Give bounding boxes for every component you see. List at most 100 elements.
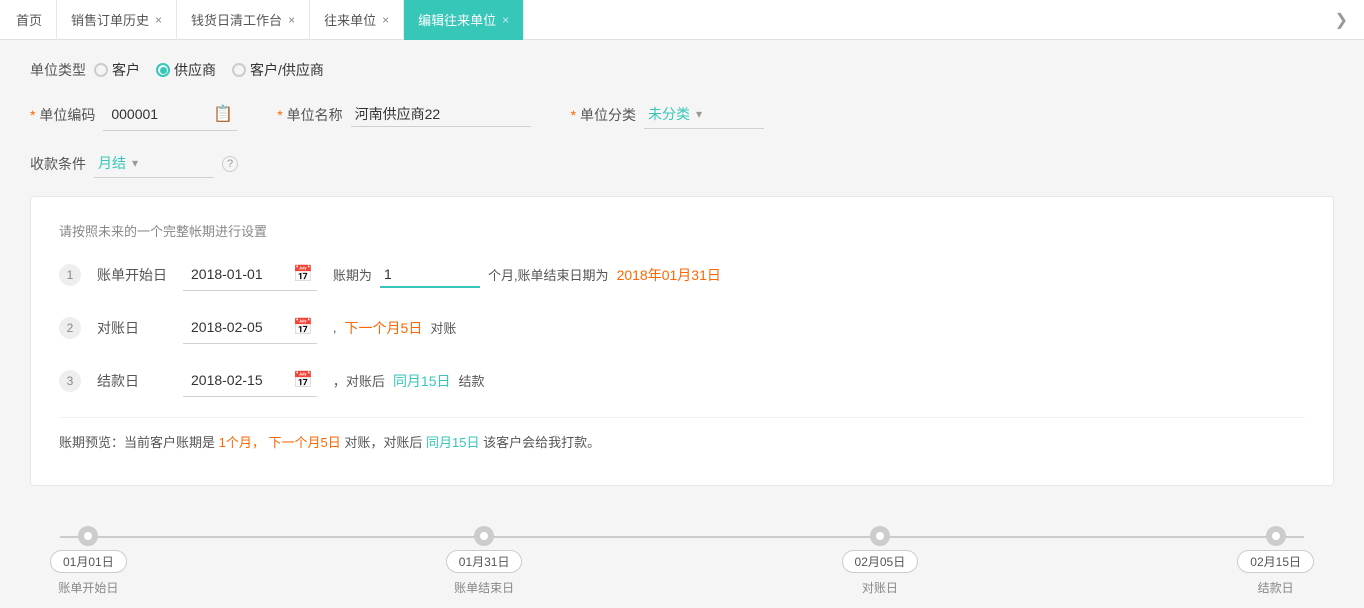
step-1-cal-icon[interactable]: 📅 <box>293 264 313 284</box>
close-edit-partner[interactable]: × <box>502 13 509 27</box>
unit-code-icon[interactable]: 📋 <box>213 104 233 124</box>
summary-prefix: 账期预览：当前客户账期是 <box>59 435 215 450</box>
tl-dot-1[interactable] <box>78 526 98 546</box>
step-2-cal-icon[interactable]: 📅 <box>293 317 313 337</box>
radio-both-circle <box>232 63 246 77</box>
summary-reconcile: 下一个月5日 <box>269 435 341 450</box>
step-1-row: 1 账单开始日 📅 账期为 个月,账单结束日期为 2018年01月31日 <box>59 258 1305 291</box>
close-cash-work[interactable]: × <box>288 13 295 27</box>
radio-both-label: 客户/供应商 <box>250 60 324 80</box>
radio-customer[interactable]: 客户 <box>94 60 140 80</box>
tl-node-1: 01月01日 账单开始日 <box>50 526 127 596</box>
step-3-highlight: 同月15日 <box>393 371 451 391</box>
payment-terms-value: 月结 <box>98 153 126 173</box>
tl-label-1: 账单开始日 <box>58 579 118 596</box>
radio-supplier-label: 供应商 <box>174 60 216 80</box>
step-2-date-wrapper: 📅 <box>183 311 317 344</box>
tl-badge-2: 01月31日 <box>446 550 523 573</box>
radio-supplier-circle <box>156 63 170 77</box>
unit-code-group: 单位编码 📋 <box>30 98 237 131</box>
step-1-date-input[interactable] <box>187 262 287 286</box>
tab-sales-history[interactable]: 销售订单历史 × <box>57 0 177 40</box>
summary-pay: 同月15日 <box>426 435 479 450</box>
summary-period: 1个月， <box>219 435 265 450</box>
step-3-cal-icon[interactable]: 📅 <box>293 370 313 390</box>
unit-code-input[interactable] <box>107 102 207 126</box>
tab-expand-icon[interactable]: ❯ <box>1327 10 1356 30</box>
unit-type-group: 单位类型 客户 供应商 客户/供应商 <box>30 60 324 80</box>
step-3-content: ，对账后 同月15日 结款 <box>333 371 485 391</box>
summary-mid: 对账，对账后 <box>344 435 422 450</box>
payment-terms-group: 收款条件 月结 ▾ ? <box>30 149 238 178</box>
tl-dot-2[interactable] <box>474 526 494 546</box>
tl-badge-4: 02月15日 <box>1237 550 1314 573</box>
step-2-label: 对账日 <box>97 318 167 338</box>
unit-type-label: 单位类型 <box>30 60 86 80</box>
timeline-section: 01月01日 账单开始日 01月31日 账单结束日 02月05日 对账日 <box>0 506 1364 596</box>
unit-category-group: 单位分类 未分类 ▾ <box>571 100 764 129</box>
tab-edit-partner[interactable]: 编辑往来单位 × <box>404 0 524 40</box>
tl-node-3: 02月05日 对账日 <box>842 526 919 596</box>
summary-row: 账期预览：当前客户账期是 1个月， 下一个月5日 对账，对账后 同月15日 该客… <box>59 417 1305 461</box>
radio-customer-label: 客户 <box>112 60 140 80</box>
tl-label-3: 对账日 <box>862 579 898 596</box>
tl-badge-3: 02月05日 <box>842 550 919 573</box>
step-1-desc-prefix: 账期为 <box>333 265 372 284</box>
unit-category-chevron: ▾ <box>696 107 702 121</box>
step-3-label: 结款日 <box>97 371 167 391</box>
unit-category-select[interactable]: 未分类 ▾ <box>644 100 764 129</box>
step-3-plain: ，对账后 <box>333 371 385 390</box>
tab-cash-work[interactable]: 钱货日清工作台 × <box>177 0 310 40</box>
close-sales-history[interactable]: × <box>155 13 162 27</box>
fields-row: 单位编码 📋 单位名称 单位分类 未分类 ▾ <box>30 98 1334 131</box>
timeline-nodes: 01月01日 账单开始日 01月31日 账单结束日 02月05日 对账日 <box>50 526 1314 596</box>
step-1-content: 账期为 个月,账单结束日期为 2018年01月31日 <box>333 262 721 288</box>
step-1-period-unit: 个月,账单结束日期为 <box>488 265 609 284</box>
step-2-date-input[interactable] <box>187 315 287 339</box>
payment-terms-select[interactable]: 月结 ▾ <box>94 149 214 178</box>
tab-bar: 首页 销售订单历史 × 钱货日清工作台 × 往来单位 × 编辑往来单位 × ❯ <box>0 0 1364 40</box>
tl-badge-1: 01月01日 <box>50 550 127 573</box>
card-hint: 请按照未来的一个完整帐期进行设置 <box>59 221 1305 240</box>
radio-group: 客户 供应商 客户/供应商 <box>94 60 324 80</box>
step-3-date-input[interactable] <box>187 368 287 392</box>
tl-node-2: 01月31日 账单结束日 <box>446 526 523 596</box>
step-3-num: 3 <box>59 370 81 392</box>
step-3-row: 3 结款日 📅 ，对账后 同月15日 结款 <box>59 364 1305 397</box>
unit-category-value: 未分类 <box>648 104 690 124</box>
tl-node-4: 02月15日 结款日 <box>1237 526 1314 596</box>
payment-terms-label: 收款条件 <box>30 154 86 174</box>
step-1-end-date: 2018年01月31日 <box>617 265 721 285</box>
step-1-num: 1 <box>59 264 81 286</box>
unit-type-row: 单位类型 客户 供应商 客户/供应商 <box>30 60 1334 80</box>
step-2-after: 对账 <box>430 318 456 337</box>
payment-terms-chevron: ▾ <box>132 156 138 170</box>
unit-code-label: 单位编码 <box>30 105 95 125</box>
tab-partner[interactable]: 往来单位 × <box>310 0 404 40</box>
radio-customer-circle <box>94 63 108 77</box>
main-content: 单位类型 客户 供应商 客户/供应商 单位编码 <box>0 40 1364 506</box>
tl-label-2: 账单结束日 <box>454 579 514 596</box>
tl-dot-4[interactable] <box>1266 526 1286 546</box>
summary-suffix: 该客户会给我打款。 <box>483 435 600 450</box>
tab-home[interactable]: 首页 <box>8 0 57 40</box>
step-1-date-wrapper: 📅 <box>183 258 317 291</box>
step-3-after: 结款 <box>459 371 485 390</box>
payment-terms-row: 收款条件 月结 ▾ ? <box>30 149 1334 178</box>
step-1-period-input[interactable] <box>380 262 480 288</box>
close-partner[interactable]: × <box>382 13 389 27</box>
unit-category-label: 单位分类 <box>571 105 636 125</box>
payment-terms-help[interactable]: ? <box>222 156 238 172</box>
step-2-highlight: 下一个月5日 <box>345 318 423 338</box>
unit-code-input-wrapper: 📋 <box>103 98 237 131</box>
step-2-num: 2 <box>59 317 81 339</box>
card-panel: 请按照未来的一个完整帐期进行设置 1 账单开始日 📅 账期为 个月,账单结束日期… <box>30 196 1334 486</box>
radio-supplier[interactable]: 供应商 <box>156 60 216 80</box>
tl-dot-3[interactable] <box>870 526 890 546</box>
unit-name-group: 单位名称 <box>277 102 530 127</box>
radio-both[interactable]: 客户/供应商 <box>232 60 324 80</box>
unit-name-label: 单位名称 <box>277 105 342 125</box>
unit-name-input[interactable] <box>351 102 531 127</box>
step-2-content: , 下一个月5日 对账 <box>333 318 456 338</box>
step-1-label: 账单开始日 <box>97 265 167 285</box>
